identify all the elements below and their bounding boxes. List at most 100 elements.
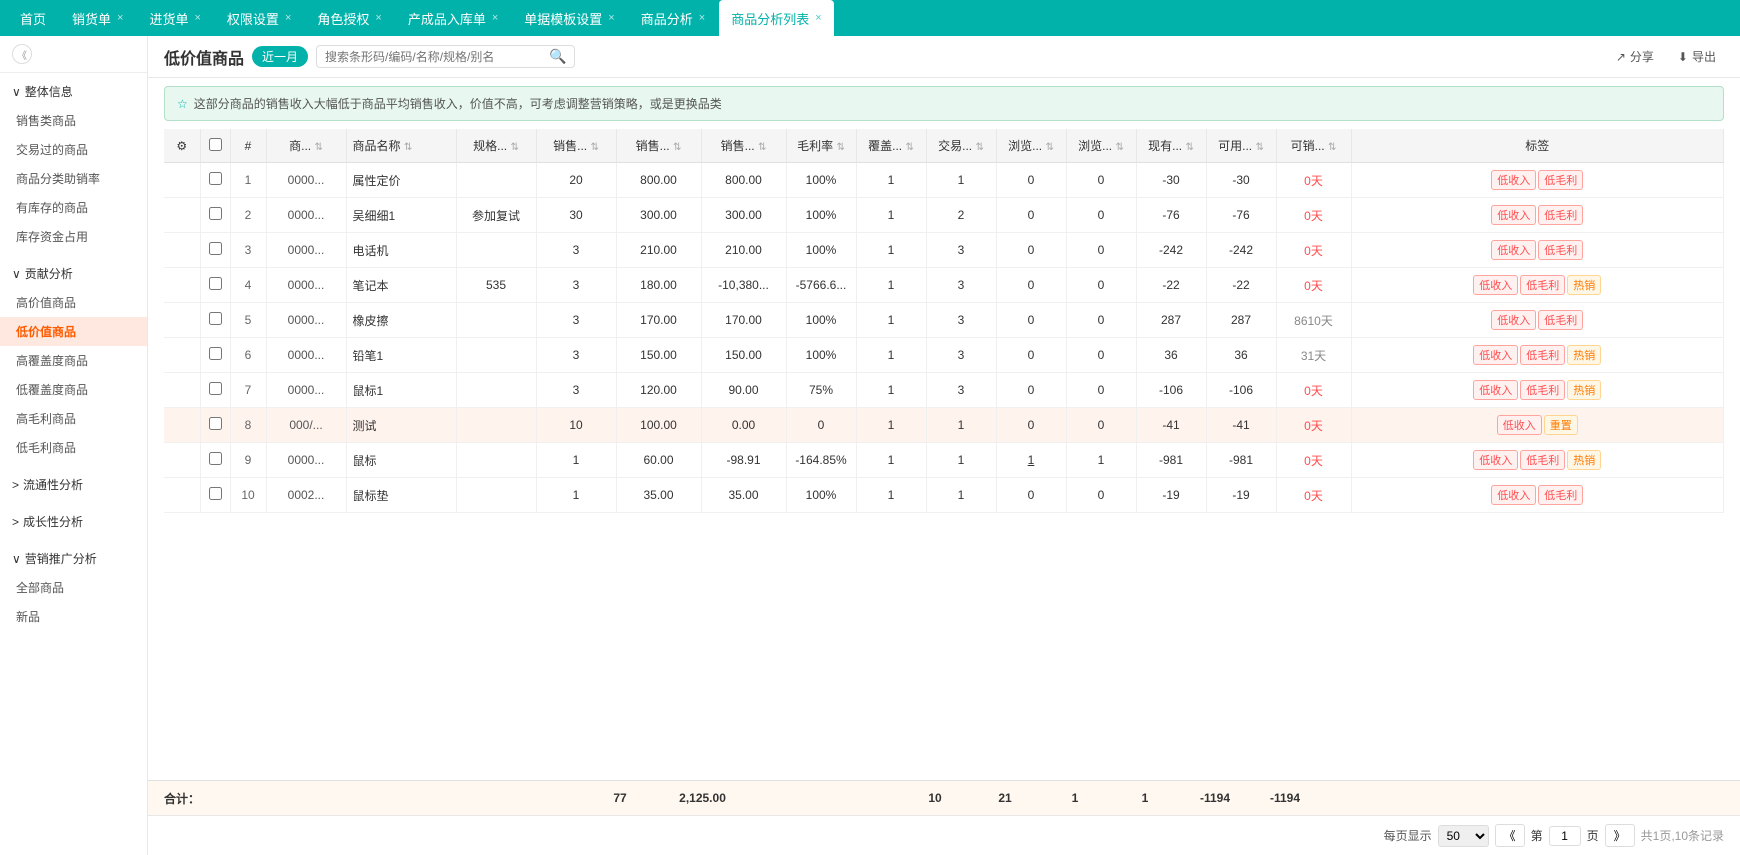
sidebar-item-high-value[interactable]: 高价值商品 bbox=[0, 288, 147, 317]
row-browse1: 0 bbox=[996, 408, 1066, 443]
sidebar-item-low-margin[interactable]: 低毛利商品 bbox=[0, 433, 147, 462]
row-checkbox[interactable] bbox=[209, 417, 222, 430]
first-page-btn[interactable]: 《 bbox=[1495, 824, 1525, 847]
nav-product-analysis-list[interactable]: 商品分析列表 × bbox=[719, 0, 833, 36]
row-checkbox-cell[interactable] bbox=[200, 268, 230, 303]
row-checkbox-cell[interactable] bbox=[200, 408, 230, 443]
row-checkbox-cell[interactable] bbox=[200, 373, 230, 408]
footer-avail: -1194 bbox=[1250, 787, 1320, 809]
row-checkbox[interactable] bbox=[209, 277, 222, 290]
row-checkbox[interactable] bbox=[209, 242, 222, 255]
tag-label: 低收入 bbox=[1491, 310, 1536, 330]
row-checkbox[interactable] bbox=[209, 312, 222, 325]
page-size-select[interactable]: 50 100 200 bbox=[1438, 825, 1489, 847]
sidebar-item-high-coverage[interactable]: 高覆盖度商品 bbox=[0, 346, 147, 375]
col-spec[interactable]: 规格... ⇅ bbox=[456, 129, 536, 163]
row-checkbox-cell[interactable] bbox=[200, 478, 230, 513]
sidebar-item-stocked[interactable]: 有库存的商品 bbox=[0, 193, 147, 222]
col-code[interactable]: 商... ⇅ bbox=[266, 129, 346, 163]
col-coverage[interactable]: 覆盖... ⇅ bbox=[856, 129, 926, 163]
col-trade[interactable]: 交易... ⇅ bbox=[926, 129, 996, 163]
sidebar-collapse-btn[interactable]: 《 bbox=[12, 44, 32, 64]
sidebar-item-inventory-fund[interactable]: 库存资金占用 bbox=[0, 222, 147, 251]
export-button[interactable]: ⬇ 导出 bbox=[1670, 44, 1724, 69]
footer-s1: 77 bbox=[580, 787, 660, 809]
next-page-btn[interactable]: 》 bbox=[1605, 824, 1635, 847]
row-trade: 3 bbox=[926, 338, 996, 373]
col-settings[interactable]: ⚙ bbox=[164, 129, 200, 163]
row-checkbox[interactable] bbox=[209, 487, 222, 500]
row-checkbox[interactable] bbox=[209, 382, 222, 395]
col-gross-margin[interactable]: 毛利率 ⇅ bbox=[786, 129, 856, 163]
col-name[interactable]: 商品名称 ⇅ bbox=[346, 129, 456, 163]
share-button[interactable]: ↗ 分享 bbox=[1608, 44, 1662, 69]
row-cover: 1 bbox=[856, 338, 926, 373]
row-checkbox[interactable] bbox=[209, 207, 222, 220]
col-select-all[interactable] bbox=[200, 129, 230, 163]
close-icon[interactable]: × bbox=[815, 12, 821, 24]
footer-trade: 21 bbox=[970, 787, 1040, 809]
tag-label: 低毛利 bbox=[1538, 170, 1583, 190]
nav-home[interactable]: 首页 bbox=[8, 0, 58, 36]
settings-cell bbox=[164, 233, 200, 268]
row-browse1[interactable]: 1 bbox=[996, 443, 1066, 478]
close-icon[interactable]: × bbox=[117, 12, 123, 24]
sidebar-item-new-products[interactable]: 新品 bbox=[0, 602, 147, 631]
nav-sales[interactable]: 销货单 × bbox=[60, 0, 135, 36]
table-header-row: ⚙ # 商... ⇅ 商品名称 ⇅ 规格... ⇅ 销售... ⇅ 销售... … bbox=[164, 129, 1724, 163]
row-checkbox-cell[interactable] bbox=[200, 233, 230, 268]
page-number-input[interactable] bbox=[1549, 826, 1581, 846]
sidebar-item-all-products[interactable]: 全部商品 bbox=[0, 573, 147, 602]
sidebar-item-low-value[interactable]: 低价值商品 bbox=[0, 317, 147, 346]
row-cover: 1 bbox=[856, 163, 926, 198]
nav-template[interactable]: 单据模板设置 × bbox=[512, 0, 626, 36]
row-checkbox-cell[interactable] bbox=[200, 338, 230, 373]
search-icon[interactable]: 🔍 bbox=[549, 48, 566, 65]
row-checkbox-cell[interactable] bbox=[200, 443, 230, 478]
row-checkbox[interactable] bbox=[209, 172, 222, 185]
nav-permissions[interactable]: 权限设置 × bbox=[215, 0, 303, 36]
col-sale-profit[interactable]: 销售... ⇅ bbox=[701, 129, 786, 163]
close-icon[interactable]: × bbox=[285, 12, 291, 24]
close-icon[interactable]: × bbox=[194, 12, 200, 24]
row-browse1: 0 bbox=[996, 303, 1066, 338]
sidebar-group-circulation[interactable]: > 流通性分析 bbox=[0, 470, 147, 499]
row-checkbox[interactable] bbox=[209, 452, 222, 465]
sidebar-item-low-coverage[interactable]: 低覆盖度商品 bbox=[0, 375, 147, 404]
close-icon[interactable]: × bbox=[492, 12, 498, 24]
sidebar-group-growth[interactable]: > 成长性分析 bbox=[0, 507, 147, 536]
row-checkbox[interactable] bbox=[209, 347, 222, 360]
nav-roles[interactable]: 角色授权 × bbox=[305, 0, 393, 36]
close-icon[interactable]: × bbox=[699, 12, 705, 24]
col-sale-qty[interactable]: 销售... ⇅ bbox=[536, 129, 616, 163]
row-checkbox-cell[interactable] bbox=[200, 303, 230, 338]
sidebar-group-overall[interactable]: ∨ 整体信息 bbox=[0, 77, 147, 106]
col-sellable-days[interactable]: 可销... ⇅ bbox=[1276, 129, 1351, 163]
sidebar-item-sales-category[interactable]: 销售类商品 bbox=[0, 106, 147, 135]
row-spec: 535 bbox=[456, 268, 536, 303]
col-current-stock[interactable]: 现有... ⇅ bbox=[1136, 129, 1206, 163]
select-all-checkbox[interactable] bbox=[209, 138, 222, 151]
sidebar-item-high-margin[interactable]: 高毛利商品 bbox=[0, 404, 147, 433]
sidebar-group-contribution[interactable]: ∨ 贡献分析 bbox=[0, 259, 147, 288]
sidebar-item-traded[interactable]: 交易过的商品 bbox=[0, 135, 147, 164]
search-input[interactable] bbox=[325, 50, 545, 64]
col-browse1[interactable]: 浏览... ⇅ bbox=[996, 129, 1066, 163]
col-sale-amount[interactable]: 销售... ⇅ bbox=[616, 129, 701, 163]
row-checkbox-cell[interactable] bbox=[200, 163, 230, 198]
nav-product-analysis[interactable]: 商品分析 × bbox=[629, 0, 717, 36]
nav-purchase[interactable]: 进货单 × bbox=[137, 0, 212, 36]
row-browse2: 0 bbox=[1066, 478, 1136, 513]
col-browse2[interactable]: 浏览... ⇅ bbox=[1066, 129, 1136, 163]
close-icon[interactable]: × bbox=[608, 12, 614, 24]
col-num: # bbox=[230, 129, 266, 163]
sidebar-group-marketing[interactable]: ∨ 营销推广分析 bbox=[0, 544, 147, 573]
row-checkbox-cell[interactable] bbox=[200, 198, 230, 233]
row-browse2: 0 bbox=[1066, 163, 1136, 198]
sidebar-item-category-rate[interactable]: 商品分类助销率 bbox=[0, 164, 147, 193]
filter-recent-month-btn[interactable]: 近一月 bbox=[252, 46, 308, 67]
close-icon[interactable]: × bbox=[375, 12, 381, 24]
nav-inbound[interactable]: 产成品入库单 × bbox=[396, 0, 510, 36]
row-s1: 20 bbox=[536, 163, 616, 198]
col-available-stock[interactable]: 可用... ⇅ bbox=[1206, 129, 1276, 163]
